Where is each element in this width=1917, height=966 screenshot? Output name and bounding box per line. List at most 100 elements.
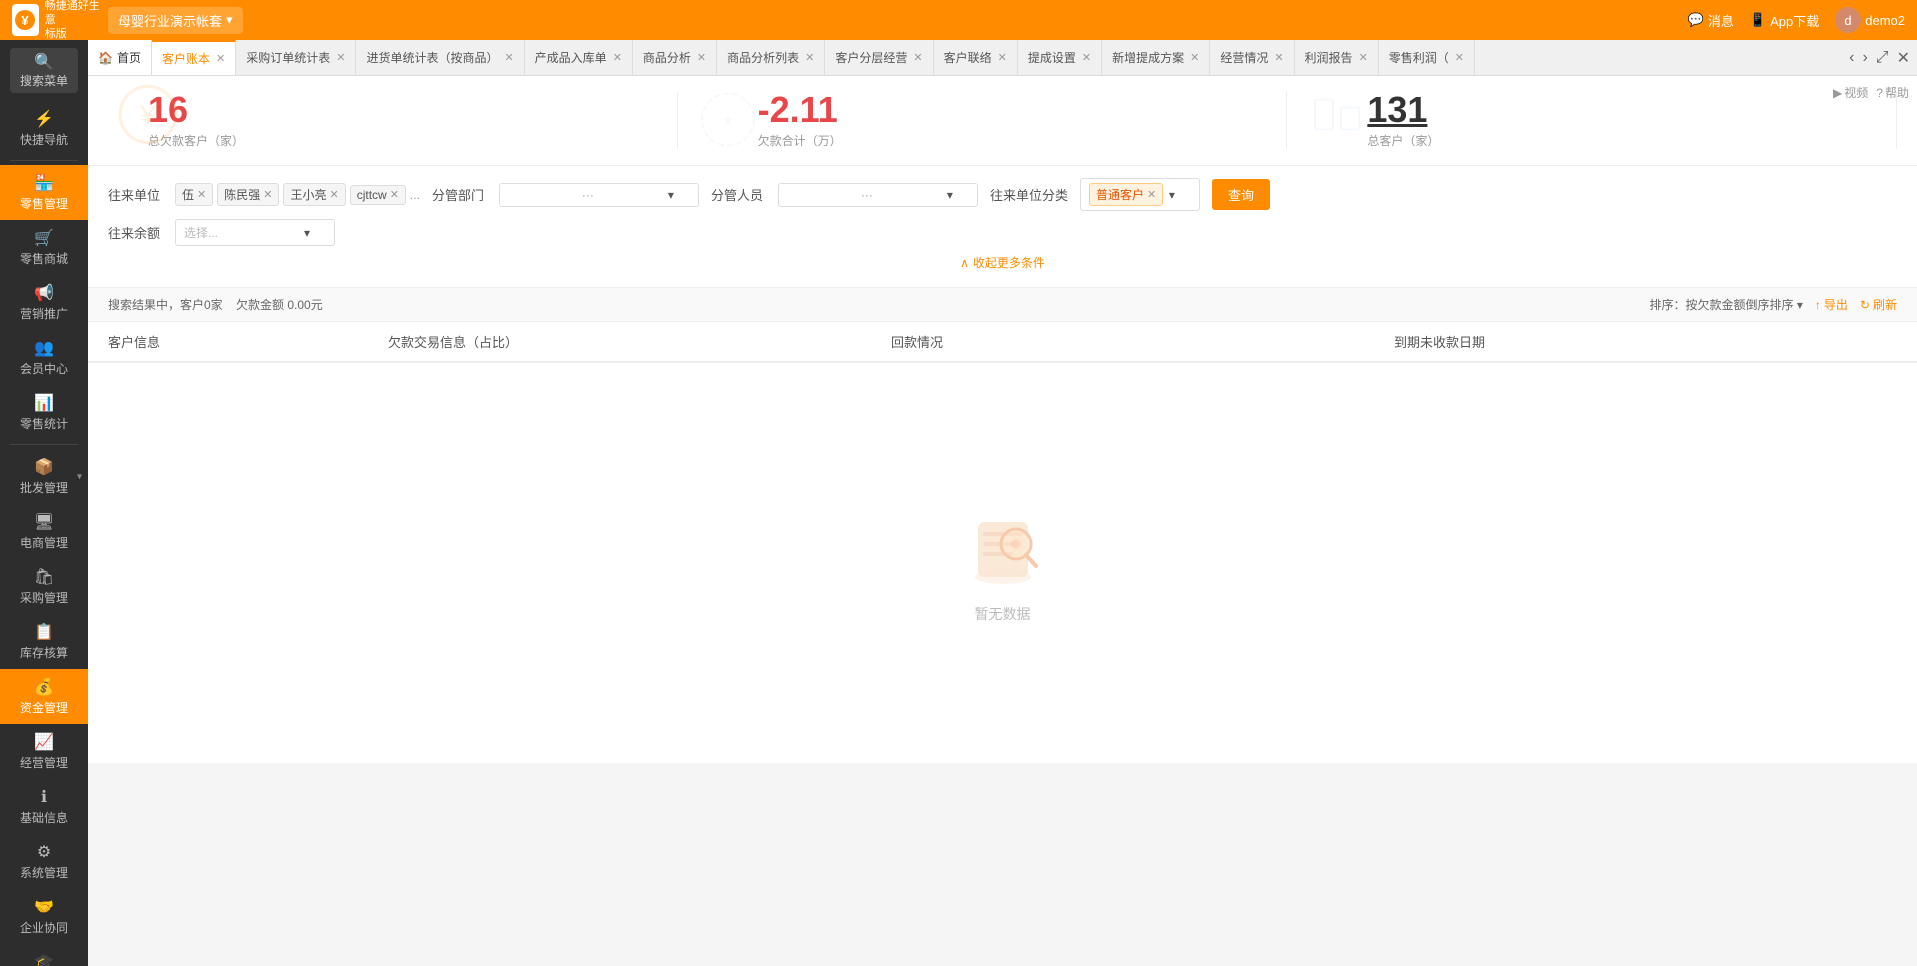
sidebar-item-retail[interactable]: 🏪 零售管理 xyxy=(0,165,88,220)
stat-total-debt-customers: ¥ 16 总欠款客户（家） xyxy=(108,92,678,149)
filter-tag-close-2[interactable]: ✕ xyxy=(329,188,338,201)
filter-tag-1[interactable]: 陈民强 ✕ xyxy=(217,183,279,206)
tab-close-goods-list[interactable]: ✕ xyxy=(805,51,814,64)
tab-home[interactable]: 🏠 首页 xyxy=(88,40,152,76)
tab-business-status[interactable]: 经营情况 ✕ xyxy=(1210,40,1294,76)
video-help-button[interactable]: ▶ 视频 xyxy=(1833,84,1868,101)
download-icon: 📱 xyxy=(1750,12,1766,28)
search-menu-button[interactable]: 🔍 搜索菜单 xyxy=(10,48,78,93)
tab-close-product[interactable]: ✕ xyxy=(613,51,622,64)
filter-tag-close-3[interactable]: ✕ xyxy=(390,188,399,201)
tab-retail-profit[interactable]: 零售利润（ ✕ xyxy=(1379,40,1475,76)
sidebar-item-ecommerce[interactable]: 🖥 电商管理 xyxy=(0,504,88,559)
refresh-button[interactable]: ↻ 刷新 xyxy=(1860,296,1897,313)
filter-dept-ellipsis[interactable]: ··· xyxy=(578,188,598,202)
sidebar-item-basic-info[interactable]: ℹ 基础信息 xyxy=(0,779,88,834)
tab-close-retail-profit[interactable]: ✕ xyxy=(1455,51,1464,64)
empty-text: 暂无数据 xyxy=(975,604,1031,624)
sort-chevron-icon[interactable]: ▾ xyxy=(1797,298,1803,312)
sidebar-item-system[interactable]: ⚙ 系统管理 xyxy=(0,834,88,889)
tab-expand-icon[interactable]: ⤢ xyxy=(1873,49,1892,67)
help-doc-button[interactable]: ? 帮助 xyxy=(1876,84,1909,101)
sidebar-item-marketing[interactable]: 📢 营销推广 xyxy=(0,275,88,330)
col-header-due-date: 到期未收款日期 xyxy=(1394,332,1897,351)
tab-commission-settings[interactable]: 提成设置 ✕ xyxy=(1018,40,1102,76)
sidebar-item-enterprise[interactable]: 🤝 企业协同 xyxy=(0,889,88,944)
tab-close-customer-account[interactable]: ✕ xyxy=(216,52,225,65)
sidebar-search-area[interactable]: 🔍 搜索菜单 xyxy=(0,40,88,101)
message-button[interactable]: 💬 消息 xyxy=(1688,11,1734,30)
tab-profit-report[interactable]: 利润报告 ✕ xyxy=(1295,40,1379,76)
logo-area: ¥ 畅捷通好生意 标版 xyxy=(12,0,100,41)
stat-bg-icon-3 xyxy=(1307,89,1367,149)
refresh-icon: ↻ xyxy=(1860,298,1870,312)
sidebar-item-retail-mall[interactable]: 🛒 零售商城 xyxy=(0,220,88,275)
tab-customer-contact[interactable]: 客户联络 ✕ xyxy=(934,40,1018,76)
tab-product-in[interactable]: 产成品入库单 ✕ xyxy=(525,40,633,76)
sidebar-item-member[interactable]: 👥 会员中心 xyxy=(0,330,88,385)
sidebar-item-quick-nav[interactable]: ⚡ 快捷导航 xyxy=(0,101,88,156)
filter-category-select[interactable]: 普通客户 ✕ ▾ xyxy=(1080,178,1200,211)
svg-text:¥: ¥ xyxy=(139,99,156,130)
query-button[interactable]: 查询 xyxy=(1212,179,1270,210)
tab-close-profit[interactable]: ✕ xyxy=(1359,51,1368,64)
filter-balance-chevron: ▾ xyxy=(304,226,310,240)
export-button[interactable]: ↑ 导出 xyxy=(1815,296,1848,313)
filter-tag-cat-close-0[interactable]: ✕ xyxy=(1147,188,1156,201)
sidebar-item-retail-stat[interactable]: 📊 零售统计 xyxy=(0,385,88,440)
filter-tag-2[interactable]: 王小亮 ✕ xyxy=(283,183,345,206)
tab-close-stock[interactable]: ✕ xyxy=(504,51,513,64)
basic-info-icon: ℹ xyxy=(41,787,47,807)
tab-stock-stat[interactable]: 进货单统计表（按商品） ✕ xyxy=(356,40,524,76)
collapse-filters-button[interactable]: ∧ 收起更多条件 xyxy=(108,254,1897,271)
tab-customer-layer[interactable]: 客户分层经营 ✕ xyxy=(825,40,933,76)
workspace-selector[interactable]: 母婴行业演示帐套 ▾ xyxy=(108,7,243,34)
stat-label-2: 欠款合计（万） xyxy=(758,132,842,149)
inventory-icon: 📋 xyxy=(34,622,54,642)
filter-dept-select[interactable]: ··· ▾ xyxy=(499,183,699,207)
tab-goods-analysis[interactable]: 商品分析 ✕ xyxy=(633,40,717,76)
top-bar-left: ¥ 畅捷通好生意 标版 母婴行业演示帐套 ▾ xyxy=(12,0,243,41)
tab-close-customer-contact[interactable]: ✕ xyxy=(998,51,1007,64)
filter-tag-0[interactable]: 伍 ✕ xyxy=(175,183,213,206)
sidebar-item-wholesale[interactable]: 📦 批发管理 xyxy=(0,449,88,504)
tab-customer-account[interactable]: 客户账本 ✕ xyxy=(152,40,236,76)
filter-tag-cat-0[interactable]: 普通客户 ✕ xyxy=(1089,183,1163,206)
stat-help-buttons: ▶ 视频 ? 帮助 xyxy=(1833,84,1909,101)
tab-close-goods-analysis[interactable]: ✕ xyxy=(697,51,706,64)
stats-bar: ¥ 16 总欠款客户（家） ✦ -2.11 欠款合计（万） xyxy=(88,76,1917,166)
sidebar-item-inventory[interactable]: 📋 库存核算 xyxy=(0,614,88,669)
tab-close-all-icon[interactable]: ✕ xyxy=(1894,48,1913,68)
user-menu[interactable]: d demo2 xyxy=(1835,7,1905,33)
tab-add-commission[interactable]: 新增提成方案 ✕ xyxy=(1102,40,1210,76)
filter-tag-close-0[interactable]: ✕ xyxy=(197,188,206,201)
tab-close-customer-layer[interactable]: ✕ xyxy=(913,51,922,64)
filter-balance-select[interactable]: 选择... ▾ xyxy=(175,219,335,246)
tab-purchase-order[interactable]: 采购订单统计表 ✕ xyxy=(236,40,356,76)
sidebar-item-business[interactable]: 📈 经营管理 xyxy=(0,724,88,779)
tab-next-icon[interactable]: › xyxy=(1859,49,1870,67)
filter-label-unit: 往来单位 xyxy=(108,185,163,204)
app-download-button[interactable]: 📱 App下载 xyxy=(1750,11,1819,30)
tab-goods-list[interactable]: 商品分析列表 ✕ xyxy=(717,40,825,76)
sidebar-item-funds[interactable]: 💰 资金管理 xyxy=(0,669,88,724)
enterprise-icon: 🤝 xyxy=(34,897,54,917)
main-content: ¥ 16 总欠款客户（家） ✦ -2.11 欠款合计（万） xyxy=(88,76,1917,966)
filter-tag-close-1[interactable]: ✕ xyxy=(263,188,272,201)
tab-close-add-commission[interactable]: ✕ xyxy=(1190,51,1199,64)
filter-row-2: 往来余额 选择... ▾ xyxy=(108,219,1897,246)
tab-prev-icon[interactable]: ‹ xyxy=(1846,49,1857,67)
sidebar-divider-2 xyxy=(10,444,78,445)
filter-manager-select[interactable]: ··· ▾ xyxy=(778,183,978,207)
filter-label-balance: 往来余额 xyxy=(108,223,163,242)
filter-tags-more[interactable]: ... xyxy=(410,188,420,202)
filter-tag-3[interactable]: cjttcw ✕ xyxy=(350,185,406,205)
tab-close-commission[interactable]: ✕ xyxy=(1082,51,1091,64)
sidebar-item-purchase[interactable]: 🛍 采购管理 xyxy=(0,559,88,614)
filter-manager-ellipsis[interactable]: ··· xyxy=(857,188,877,202)
tab-close-purchase[interactable]: ✕ xyxy=(336,51,345,64)
filter-tags-unit: 伍 ✕ 陈民强 ✕ 王小亮 ✕ cjttcw ✕ ... xyxy=(175,183,420,206)
sidebar-item-guide[interactable]: 🎓 新手引导 xyxy=(0,944,88,966)
table-body: 暂无数据 xyxy=(88,363,1917,763)
tab-close-business[interactable]: ✕ xyxy=(1274,51,1283,64)
